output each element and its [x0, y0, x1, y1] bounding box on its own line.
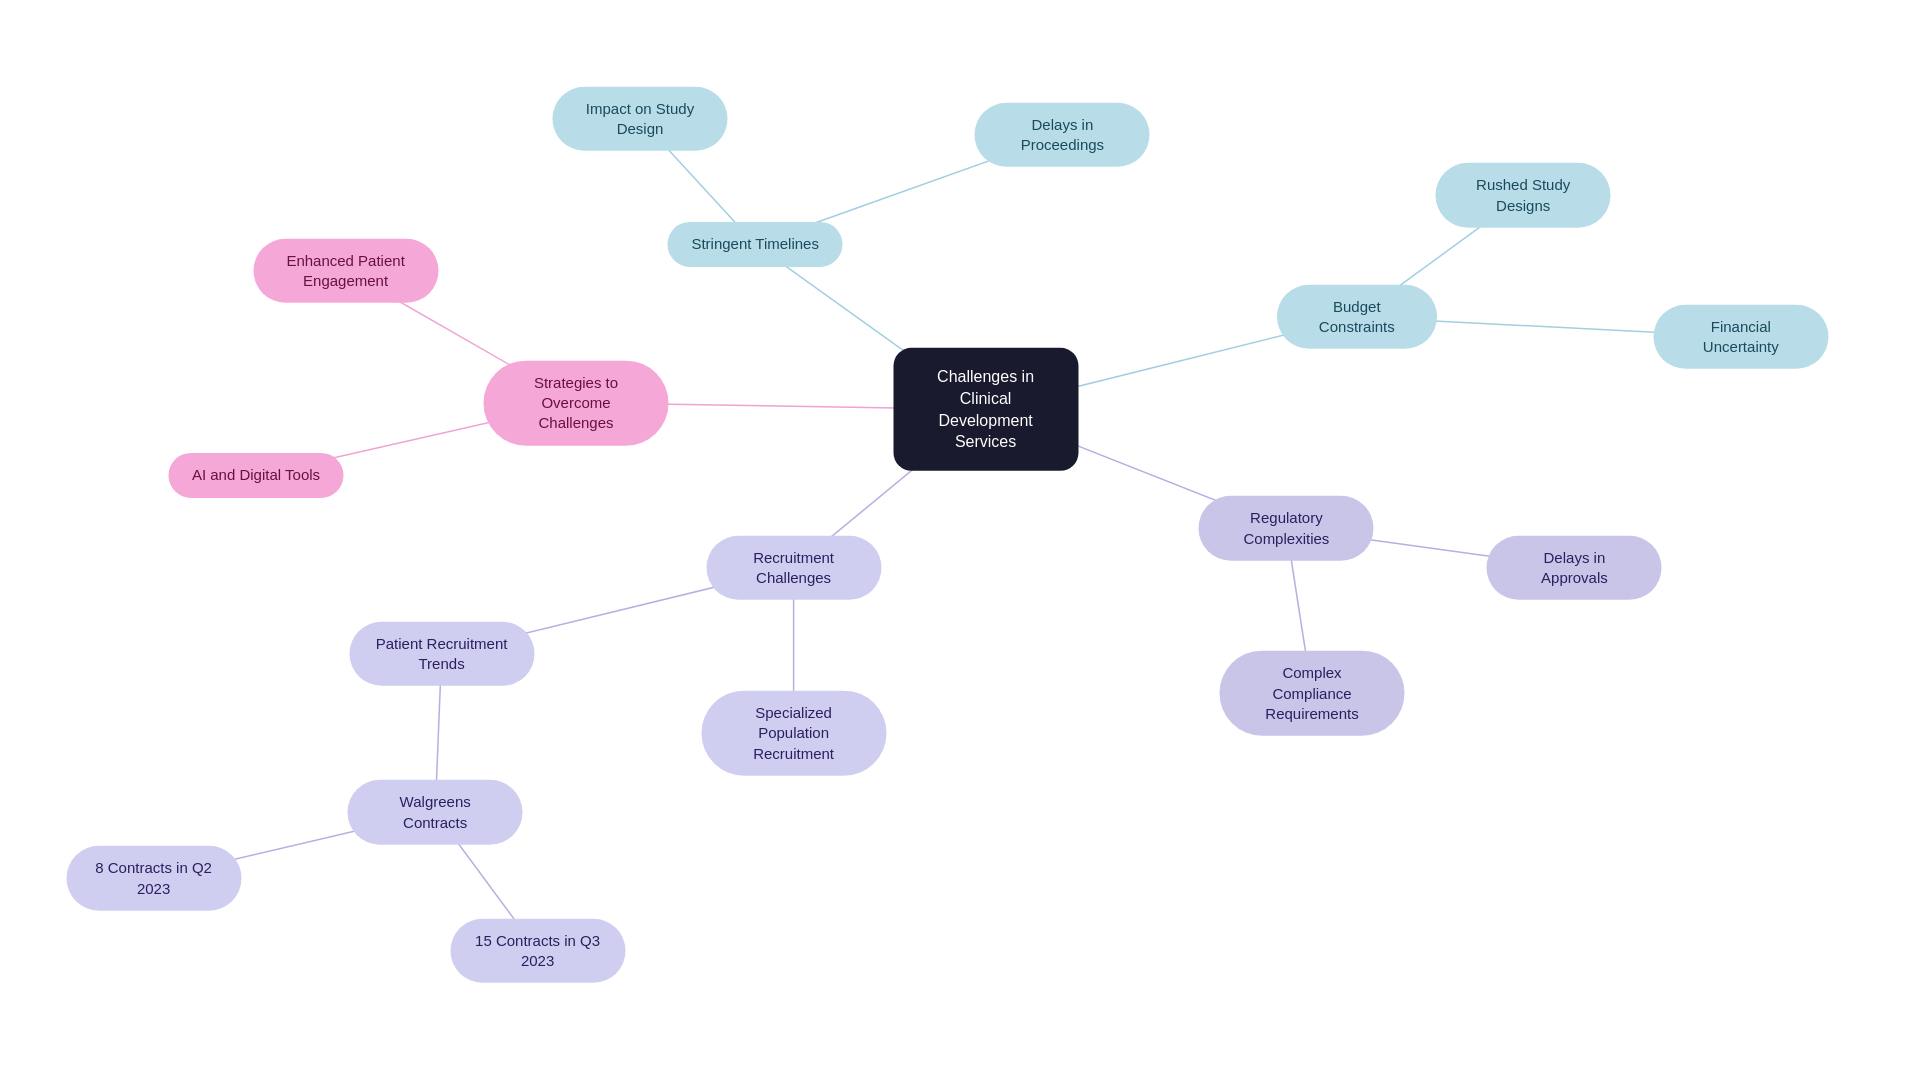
node-rushedStudyDesigns[interactable]: Rushed Study Designs — [1436, 163, 1611, 228]
mindmap-container: Challenges in Clinical Development Servi… — [0, 0, 1920, 1083]
node-contracts15Q3[interactable]: 15 Contracts in Q3 2023 — [450, 919, 625, 984]
node-delaysApprovals[interactable]: Delays in Approvals — [1487, 536, 1662, 601]
node-budgetConstraints[interactable]: Budget Constraints — [1277, 285, 1437, 350]
node-aiDigitalTools[interactable]: AI and Digital Tools — [169, 453, 344, 497]
node-enhancedPatient[interactable]: Enhanced Patient Engagement — [253, 239, 438, 304]
node-impactStudyDesign[interactable]: Impact on Study Design — [553, 87, 728, 152]
node-complexCompliance[interactable]: Complex Compliance Requirements — [1220, 651, 1405, 736]
node-walgreensContracts[interactable]: Walgreens Contracts — [348, 780, 523, 845]
node-patientRecruitmentTrends[interactable]: Patient Recruitment Trends — [349, 622, 534, 687]
node-stringentTimelines[interactable]: Stringent Timelines — [668, 222, 843, 266]
node-financialUncertainty[interactable]: Financial Uncertainty — [1653, 305, 1828, 370]
node-contracts8Q2[interactable]: 8 Contracts in Q2 2023 — [66, 846, 241, 911]
node-recruitmentChallenges[interactable]: Recruitment Challenges — [706, 536, 881, 601]
node-specializedPopulation[interactable]: Specialized Population Recruitment — [701, 691, 886, 776]
node-regulatoryComplexities[interactable]: Regulatory Complexities — [1199, 496, 1374, 561]
node-delaysProceedings[interactable]: Delays in Proceedings — [975, 102, 1150, 167]
node-center[interactable]: Challenges in Clinical Development Servi… — [893, 348, 1078, 470]
node-strategiesOvercome[interactable]: Strategies to Overcome Challenges — [484, 360, 669, 445]
